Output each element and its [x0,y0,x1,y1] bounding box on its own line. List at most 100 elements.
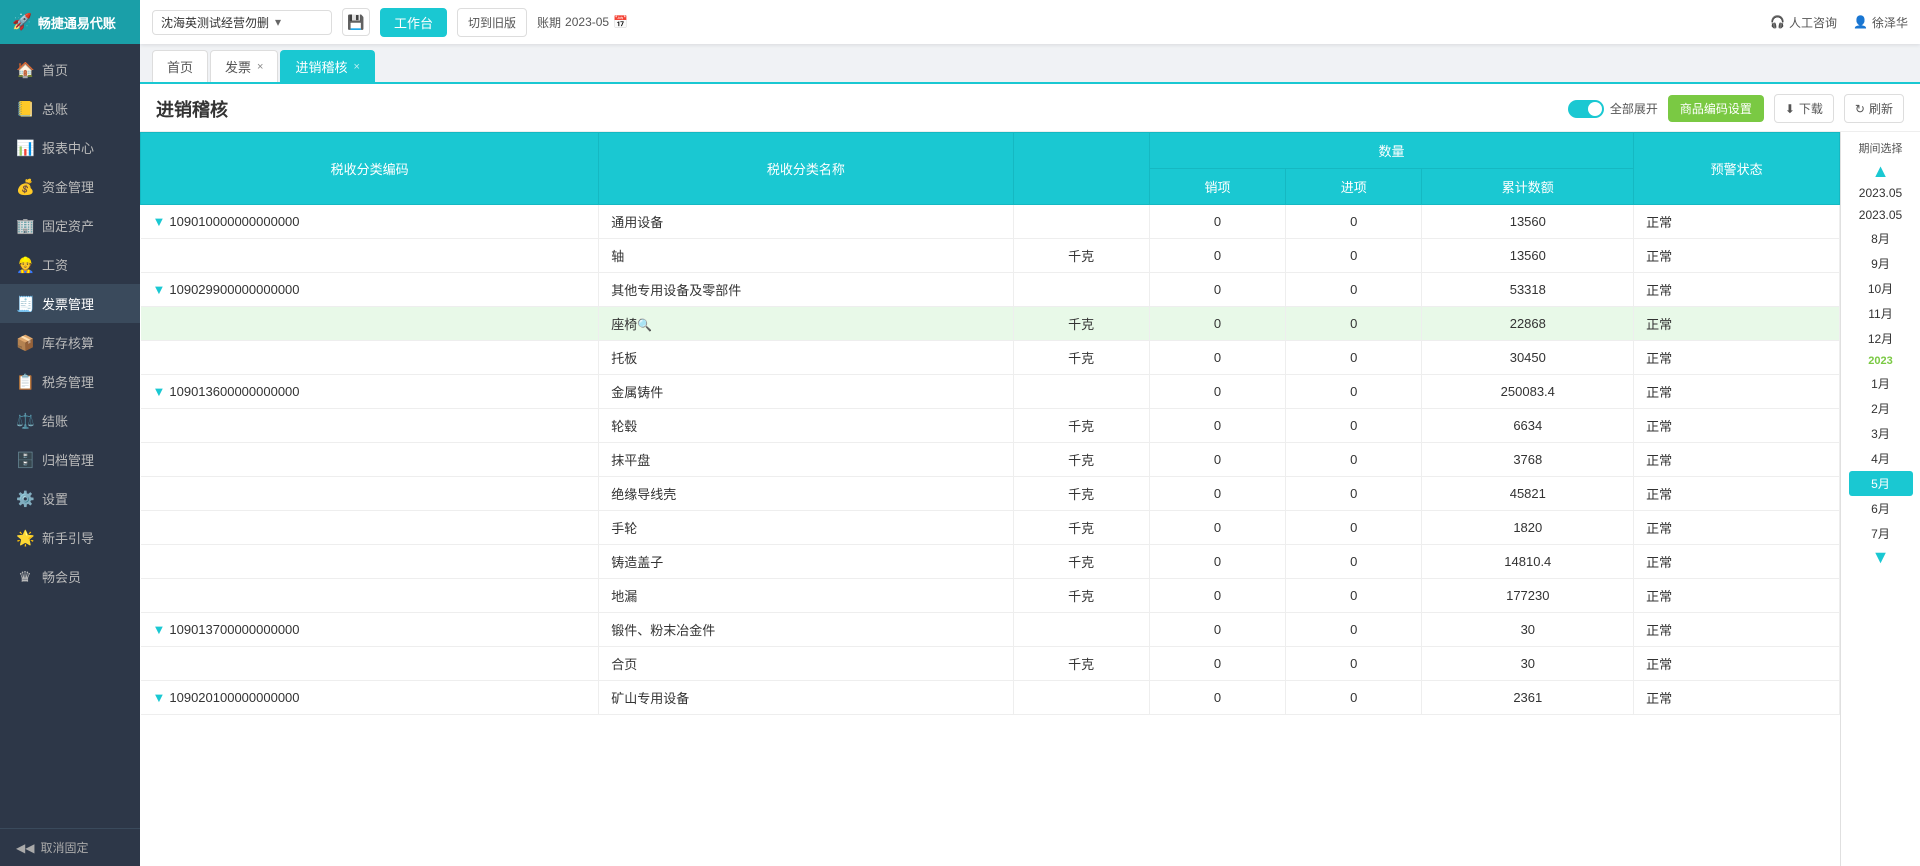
collapse-icon[interactable]: ▼ [153,282,166,297]
cell-unit: 千克 [1013,307,1149,341]
tab-reconcile[interactable]: 进销稽核 × [280,50,374,82]
sidebar-label-ledger: 总账 [42,99,68,118]
cell-total: 250083.4 [1422,375,1634,409]
download-icon: ⬇ [1785,102,1795,116]
period-item[interactable]: 11月 [1849,301,1913,326]
sidebar-label-asset: 固定资产 [42,216,94,235]
sidebar-item-ledger[interactable]: 📒总账 [0,89,140,128]
cell-xiao: 0 [1149,613,1285,647]
cell-status: 正常 [1634,307,1840,341]
period-item[interactable]: 10月 [1849,276,1913,301]
period-item[interactable]: 2月 [1849,396,1913,421]
topbar-right: 🎧 人工咨询 👤 徐泽华 [1770,14,1908,31]
period-nav-down[interactable]: ▼ [1872,548,1890,566]
save-icon: 💾 [347,14,364,31]
cell-xiao: 0 [1149,511,1285,545]
company-selector[interactable]: 沈海英测试经营勿删 ▾ [152,10,332,35]
cell-unit: 千克 [1013,409,1149,443]
topbar: 沈海英测试经营勿删 ▾ 💾 工作台 切到旧版 账期 2023-05 📅 🎧 人工… [140,0,1920,44]
collapse-icon[interactable]: ▼ [153,622,166,637]
cell-name: 抹平盘 [599,443,1013,477]
search-icon[interactable]: 🔍 [637,318,652,332]
sidebar-item-guide[interactable]: 🌟新手引导 [0,518,140,557]
refresh-icon: ↻ [1855,102,1865,116]
col-header-quantity: 数量 [1149,133,1633,169]
sidebar-unpin[interactable]: ◀◀ 取消固定 [0,828,140,866]
oldversion-button[interactable]: 切到旧版 [457,8,527,37]
sidebar-item-home[interactable]: 🏠首页 [0,50,140,89]
sidebar-item-vip[interactable]: ♛畅会员 [0,557,140,596]
sidebar-label-vip: 畅会员 [42,567,81,586]
period-item[interactable]: 2023.05 [1849,204,1913,226]
tab-invoice-close[interactable]: × [257,61,263,73]
sidebar-item-report[interactable]: 📊报表中心 [0,128,140,167]
period-item[interactable]: 2023 [1849,351,1913,371]
col-header-status: 预警状态 [1634,133,1840,205]
period-item[interactable]: 6月 [1849,496,1913,521]
save-button[interactable]: 💾 [342,8,370,36]
user-icon: 👤 [1853,15,1868,29]
period-item[interactable]: 4月 [1849,446,1913,471]
table-row: 地漏 千克 0 0 177230 正常 [141,579,1840,613]
sidebar-item-invoice_mgr[interactable]: 🧾发票管理 [0,284,140,323]
cell-name: 锻件、粉末冶金件 [599,613,1013,647]
sidebar-item-settle[interactable]: ⚖️结账 [0,401,140,440]
collapse-icon[interactable]: ▼ [153,690,166,705]
cell-unit: 千克 [1013,477,1149,511]
guide-icon: 🌟 [16,529,34,547]
period-item[interactable]: 12月 [1849,326,1913,351]
download-label: 下载 [1799,100,1823,117]
cell-jin: 0 [1286,409,1422,443]
cell-jin: 0 [1286,341,1422,375]
period-item-current[interactable]: 5月 [1849,471,1913,496]
period-item[interactable]: 1月 [1849,371,1913,396]
cell-name: 手轮 [599,511,1013,545]
cell-code [141,511,599,545]
sidebar-item-inventory[interactable]: 📦库存核算 [0,323,140,362]
cell-unit: 千克 [1013,341,1149,375]
table-container: 税收分类编码 税收分类名称 数量 预警状态 销项 进项 累计数额 [140,132,1840,866]
period-item[interactable]: 7月 [1849,521,1913,546]
cell-name: 铸造盖子 [599,545,1013,579]
cell-jin: 0 [1286,613,1422,647]
tab-invoice[interactable]: 发票 × [210,50,278,82]
cell-status: 正常 [1634,273,1840,307]
table-group-row: ▼109013600000000000 金属铸件 0 0 250083.4 正常 [141,375,1840,409]
sidebar-item-asset[interactable]: 🏢固定资产 [0,206,140,245]
page-title: 进销稽核 [156,96,228,122]
cell-total: 1820 [1422,511,1634,545]
calendar-icon[interactable]: 📅 [613,15,628,29]
period-list: 2023.052023.058月9月10月11月12月20231月2月3月4月5… [1849,182,1913,546]
report-icon: 📊 [16,139,34,157]
service-button[interactable]: 🎧 人工咨询 [1770,14,1837,31]
company-name: 沈海英测试经营勿删 [161,14,269,31]
cell-total: 14810.4 [1422,545,1634,579]
cell-status: 正常 [1634,613,1840,647]
sidebar-item-payroll[interactable]: 👷工资 [0,245,140,284]
expand-all-toggle[interactable]: 全部展开 [1568,100,1658,118]
toggle-switch[interactable] [1568,100,1604,118]
collapse-icon[interactable]: ▼ [153,384,166,399]
sidebar-item-settings[interactable]: ⚙️设置 [0,479,140,518]
cell-xiao: 0 [1149,239,1285,273]
sidebar-item-fund[interactable]: 💰资金管理 [0,167,140,206]
settings-icon: ⚙️ [16,490,34,508]
cell-unit [1013,681,1149,715]
period-nav-up[interactable]: ▲ [1872,162,1890,180]
logo-icon: 🚀 [12,12,32,32]
refresh-button[interactable]: ↻ 刷新 [1844,94,1904,123]
period-item[interactable]: 8月 [1849,226,1913,251]
download-button[interactable]: ⬇ 下载 [1774,94,1834,123]
tab-reconcile-close[interactable]: × [353,61,359,73]
tab-home[interactable]: 首页 [152,50,208,82]
sidebar-item-archive[interactable]: 🗄️归档管理 [0,440,140,479]
sidebar-item-tax[interactable]: 📋税务管理 [0,362,140,401]
cell-jin: 0 [1286,307,1422,341]
period-item[interactable]: 2023.05 [1849,182,1913,204]
workbench-button[interactable]: 工作台 [380,8,447,37]
period-item[interactable]: 9月 [1849,251,1913,276]
collapse-icon[interactable]: ▼ [153,214,166,229]
period-item[interactable]: 3月 [1849,421,1913,446]
user-menu[interactable]: 👤 徐泽华 [1853,14,1908,31]
product-code-button[interactable]: 商品编码设置 [1668,95,1764,122]
